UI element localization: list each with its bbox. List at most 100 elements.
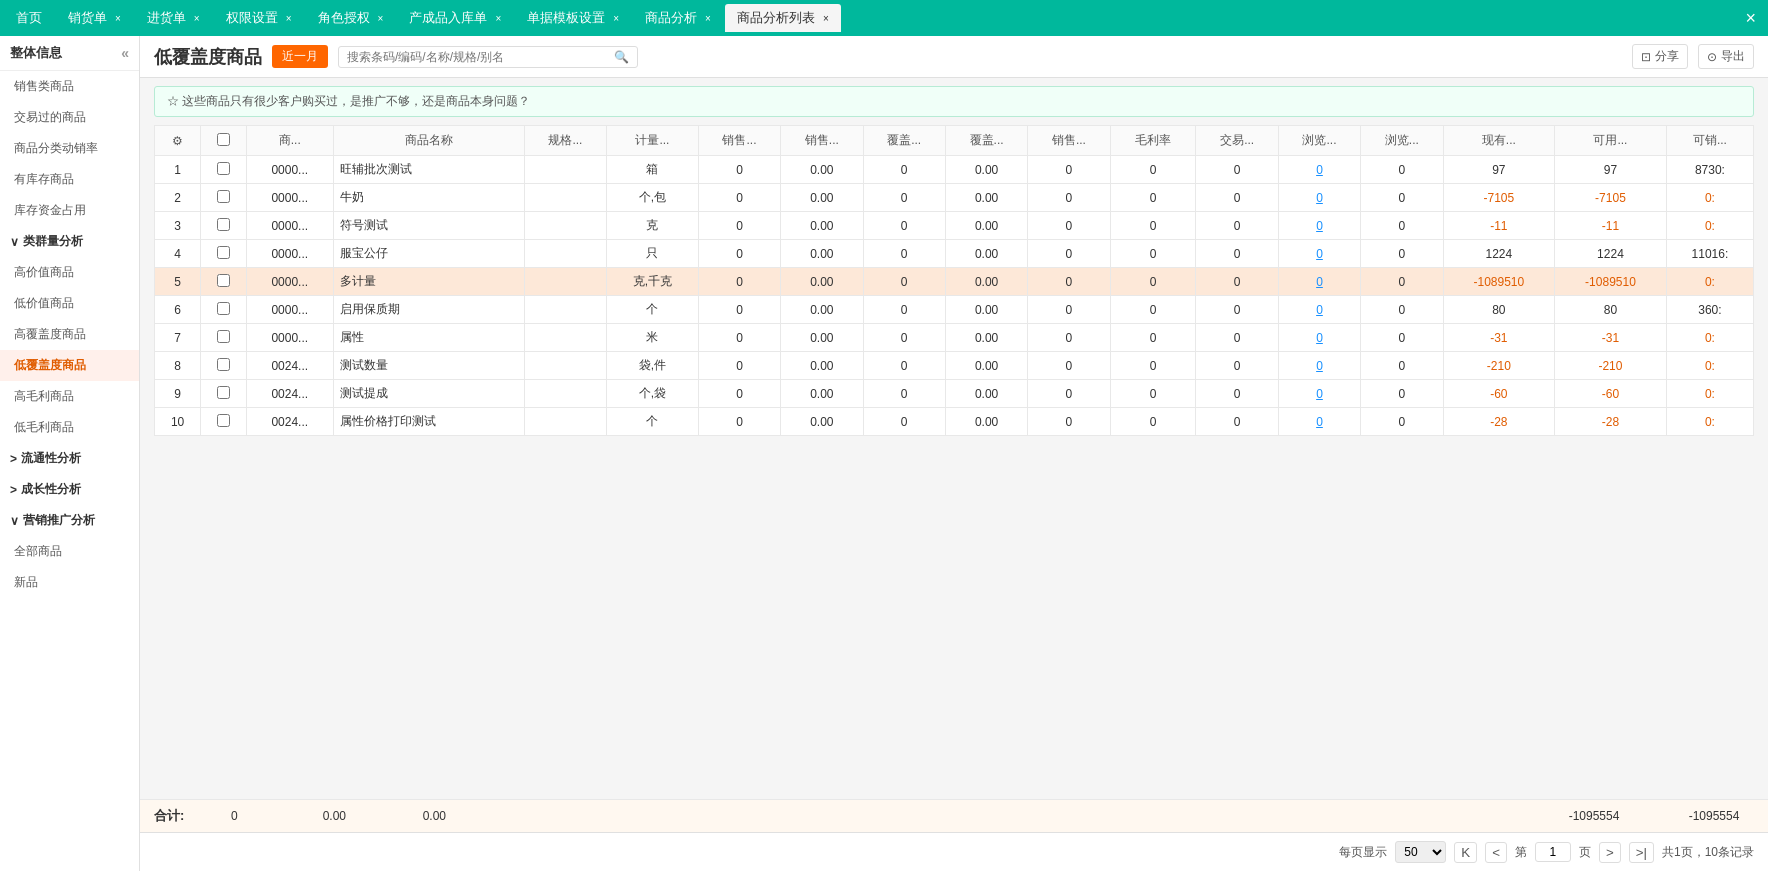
tab-close-icon[interactable]: × (378, 13, 384, 24)
first-page-btn[interactable]: K (1454, 842, 1477, 863)
top-nav: 首页销货单×进货单×权限设置×角色授权×产成品入库单×单据模板设置×商品分析×商… (0, 0, 1768, 36)
cell-browse1[interactable]: 0 (1278, 296, 1360, 324)
cell-browse1[interactable]: 0 (1278, 268, 1360, 296)
nav-tab-角色授权[interactable]: 角色授权× (306, 4, 396, 32)
cell-num: 5 (155, 268, 201, 296)
cell-sellable: 0: (1666, 380, 1753, 408)
sidebar-group-流通性分析[interactable]: >流通性分析 (0, 443, 139, 474)
sidebar-group-营销推广分析[interactable]: ∨营销推广分析 (0, 505, 139, 536)
cell-sales_other: 0 (1028, 380, 1110, 408)
nav-tab-销货单[interactable]: 销货单× (56, 4, 133, 32)
cell-checkbox[interactable] (201, 156, 247, 184)
cell-sales_amt: 0.00 (781, 156, 863, 184)
cell-transaction: 0 (1196, 212, 1278, 240)
export-button[interactable]: ⊙ 导出 (1698, 44, 1754, 69)
sidebar-item-交易过的商品[interactable]: 交易过的商品 (0, 102, 139, 133)
tab-close-icon[interactable]: × (115, 13, 121, 24)
cell-sales_other: 0 (1028, 296, 1110, 324)
tab-close-icon[interactable]: × (194, 13, 200, 24)
cell-checkbox[interactable] (201, 268, 247, 296)
page-input[interactable] (1535, 842, 1571, 862)
cell-browse2: 0 (1361, 212, 1443, 240)
close-all-button[interactable]: × (1737, 8, 1764, 29)
info-banner: ☆ 这些商品只有很少客户购买过，是推广不够，还是商品本身问题？ (154, 86, 1754, 117)
sidebar-item-全部商品[interactable]: 全部商品 (0, 536, 139, 567)
share-icon: ⊡ (1641, 50, 1651, 64)
sidebar-item-销售类商品[interactable]: 销售类商品 (0, 71, 139, 102)
tab-close-icon[interactable]: × (613, 13, 619, 24)
cell-checkbox[interactable] (201, 408, 247, 436)
sidebar-item-库存资金占用[interactable]: 库存资金占用 (0, 195, 139, 226)
th-settings[interactable]: ⚙ (155, 126, 201, 156)
sidebar-group-成长性分析[interactable]: >成长性分析 (0, 474, 139, 505)
sidebar-collapse-btn[interactable]: « (121, 45, 129, 61)
time-filter-button[interactable]: 近一月 (272, 45, 328, 68)
cell-coverage1: 0 (863, 380, 945, 408)
cell-name: 牛奶 (333, 184, 524, 212)
cell-sellable: 0: (1666, 324, 1753, 352)
nav-tab-首页[interactable]: 首页 (4, 4, 54, 32)
tab-close-icon[interactable]: × (705, 13, 711, 24)
next-page-btn[interactable]: > (1599, 842, 1621, 863)
nav-tab-商品分析[interactable]: 商品分析× (633, 4, 723, 32)
cell-spec (524, 240, 606, 268)
cell-checkbox[interactable] (201, 184, 247, 212)
cell-spec (524, 268, 606, 296)
tab-close-icon[interactable]: × (495, 13, 501, 24)
cell-name: 多计量 (333, 268, 524, 296)
cell-browse1[interactable]: 0 (1278, 324, 1360, 352)
search-input[interactable] (347, 50, 614, 64)
nav-tab-商品分析列表[interactable]: 商品分析列表× (725, 4, 841, 32)
cell-transaction: 0 (1196, 296, 1278, 324)
sidebar-item-有库存商品[interactable]: 有库存商品 (0, 164, 139, 195)
cell-checkbox[interactable] (201, 296, 247, 324)
last-page-btn[interactable]: >| (1629, 842, 1654, 863)
chevron-icon: > (10, 483, 17, 497)
tab-close-icon[interactable]: × (286, 13, 292, 24)
cell-browse1[interactable]: 0 (1278, 240, 1360, 268)
cell-gross_rate: 0 (1110, 380, 1196, 408)
cell-checkbox[interactable] (201, 352, 247, 380)
cell-checkbox[interactable] (201, 212, 247, 240)
th-checkbox[interactable] (201, 126, 247, 156)
sidebar-item-高毛利商品[interactable]: 高毛利商品 (0, 381, 139, 412)
sidebar-item-商品分类动销率[interactable]: 商品分类动销率 (0, 133, 139, 164)
cell-browse1[interactable]: 0 (1278, 408, 1360, 436)
cell-browse1[interactable]: 0 (1278, 184, 1360, 212)
cell-browse1[interactable]: 0 (1278, 380, 1360, 408)
cell-checkbox[interactable] (201, 324, 247, 352)
cell-num: 3 (155, 212, 201, 240)
cell-name: 属性价格打印测试 (333, 408, 524, 436)
sidebar-item-低覆盖度商品[interactable]: 低覆盖度商品 (0, 350, 139, 381)
cell-code: 0000... (246, 240, 333, 268)
sidebar-group-类群量分析[interactable]: ∨类群量分析 (0, 226, 139, 257)
cell-transaction: 0 (1196, 240, 1278, 268)
cell-browse1[interactable]: 0 (1278, 212, 1360, 240)
cell-checkbox[interactable] (201, 240, 247, 268)
nav-tab-单据模板设置[interactable]: 单据模板设置× (515, 4, 631, 32)
cell-checkbox[interactable] (201, 380, 247, 408)
search-icon[interactable]: 🔍 (614, 50, 629, 64)
select-all-checkbox[interactable] (217, 133, 230, 146)
prev-page-btn[interactable]: < (1485, 842, 1507, 863)
nav-tab-产成品入库单[interactable]: 产成品入库单× (397, 4, 513, 32)
sidebar-item-低毛利商品[interactable]: 低毛利商品 (0, 412, 139, 443)
page-size-select[interactable]: 50 100 200 (1395, 841, 1446, 863)
nav-tab-进货单[interactable]: 进货单× (135, 4, 212, 32)
cell-unit: 个,袋 (607, 380, 699, 408)
cell-browse1[interactable]: 0 (1278, 156, 1360, 184)
cell-browse1[interactable]: 0 (1278, 352, 1360, 380)
cell-gross_rate: 0 (1110, 156, 1196, 184)
sidebar-item-高覆盖度商品[interactable]: 高覆盖度商品 (0, 319, 139, 350)
cell-sales_qty: 0 (698, 212, 780, 240)
sidebar-item-低价值商品[interactable]: 低价值商品 (0, 288, 139, 319)
sidebar-item-高价值商品[interactable]: 高价值商品 (0, 257, 139, 288)
nav-tab-权限设置[interactable]: 权限设置× (214, 4, 304, 32)
cell-browse2: 0 (1361, 268, 1443, 296)
cell-name: 属性 (333, 324, 524, 352)
th-sales_qty: 销售... (698, 126, 780, 156)
table-row: 50000...多计量克,千克00.0000.0000000-1089510-1… (155, 268, 1754, 296)
sidebar-item-新品[interactable]: 新品 (0, 567, 139, 598)
share-button[interactable]: ⊡ 分享 (1632, 44, 1688, 69)
tab-close-icon[interactable]: × (823, 13, 829, 24)
